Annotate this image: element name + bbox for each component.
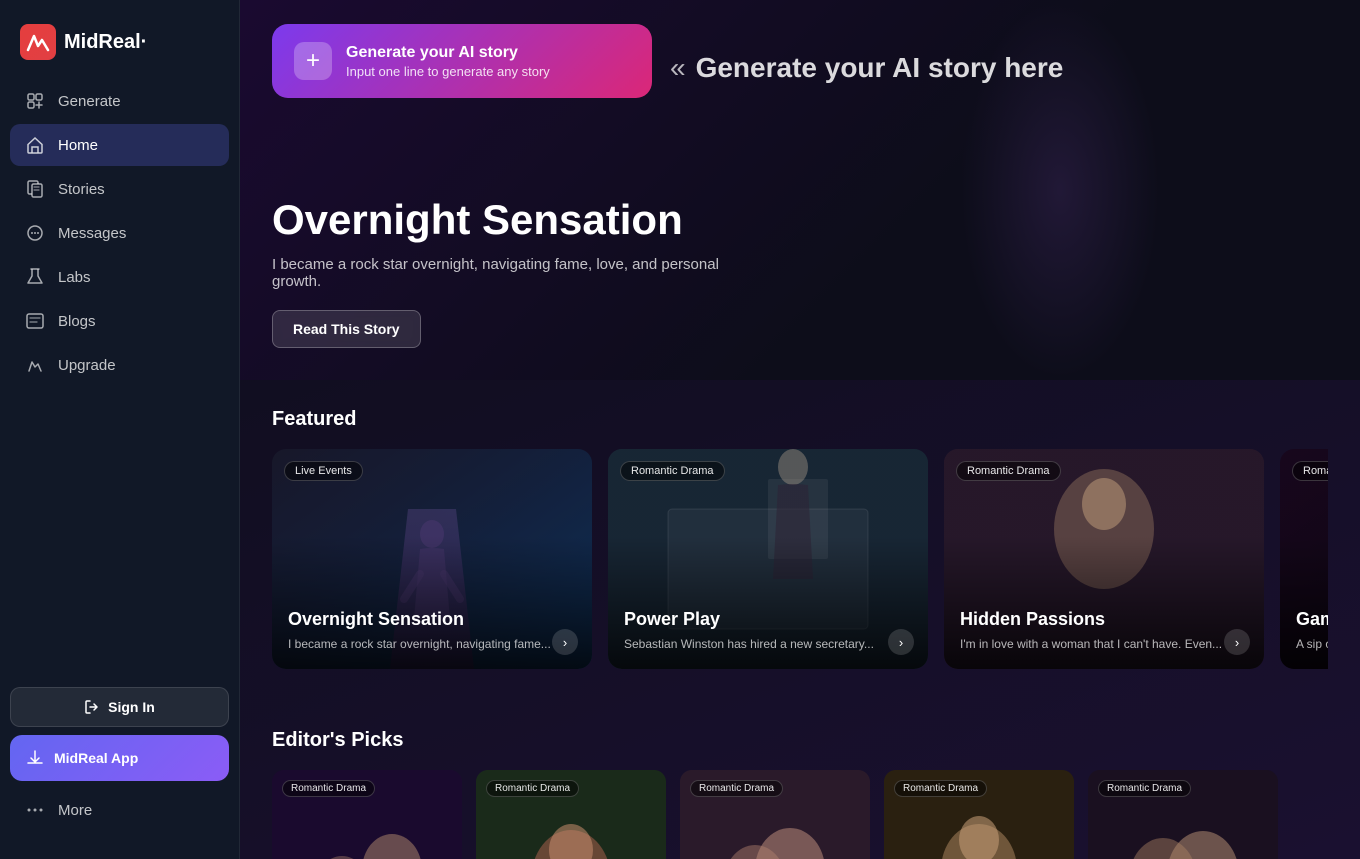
featured-card-game[interactable]: Romantic Drama Gam... A sip o...	[1280, 449, 1328, 669]
sign-in-icon	[84, 699, 100, 715]
featured-card-hiddenpassions[interactable]: Romantic Drama Hidden Passions I'm in lo…	[944, 449, 1264, 669]
more-icon	[24, 799, 46, 821]
blogs-icon	[24, 310, 46, 332]
midreal-app-label: MidReal App	[54, 750, 138, 766]
card-content-powerplay: Power Play Sebastian Winston has hired a…	[608, 593, 928, 669]
editors-picks-title: Editor's Picks	[272, 729, 1328, 752]
card-desc-overnight: I became a rock star overnight, navigati…	[288, 636, 576, 653]
logo-area: MidReal·	[0, 16, 239, 80]
card-badge-game: Romantic Drama	[1292, 461, 1328, 481]
chevron-left-double-icon: «	[670, 52, 686, 84]
sidebar-item-home-label: Home	[58, 137, 98, 154]
editor-card-badge-taming: Romantic Drama	[894, 780, 987, 797]
sign-in-button[interactable]: Sign In	[10, 687, 229, 727]
card-title-overnight: Overnight Sensation	[288, 609, 576, 630]
download-icon	[26, 749, 44, 767]
hero-area: + Generate your AI story Input one line …	[240, 0, 1360, 380]
editor-card-forbidden[interactable]: Forbidden Lessons Romantic Drama	[1088, 770, 1278, 859]
generate-text-block: Generate your AI story Input one line to…	[346, 44, 550, 79]
card-badge-powerplay: Romantic Drama	[620, 461, 725, 481]
editor-card-badge-forbidden: Romantic Drama	[1098, 780, 1191, 797]
editor-card-taming[interactable]: Romantic Drama	[884, 770, 1074, 859]
hero-content: Overnight Sensation I became a rock star…	[272, 196, 1328, 348]
midreal-app-button[interactable]: MidReal App	[10, 735, 229, 781]
messages-icon	[24, 222, 46, 244]
card-title-powerplay: Power Play	[624, 609, 912, 630]
sidebar-item-home[interactable]: Home	[10, 124, 229, 166]
card-badge-overnight: Live Events	[284, 461, 363, 481]
editor-card-badge-unexpected: Romantic Drama	[486, 780, 579, 797]
featured-card-powerplay[interactable]: Romantic Drama Power Play Sebastian Wins…	[608, 449, 928, 669]
card-title-hiddenpassions: Hidden Passions	[960, 609, 1248, 630]
nav-section: Generate Home Stories	[0, 80, 239, 677]
featured-cards-row: Live Events Overnight Sensation I became…	[272, 449, 1328, 669]
logo-icon	[20, 24, 56, 60]
hero-story-title: Overnight Sensation	[272, 196, 1328, 244]
more-button[interactable]: More	[10, 789, 229, 831]
sidebar: MidReal· Generate Home	[0, 0, 240, 859]
generate-banner-subtitle: Input one line to generate any story	[346, 64, 550, 79]
editor-card-infatuation[interactable]: Romantic Drama	[680, 770, 870, 859]
sidebar-bottom: Sign In MidReal App More	[0, 677, 239, 843]
card-desc-powerplay: Sebastian Winston has hired a new secret…	[624, 636, 912, 653]
card-desc-hiddenpassions: I'm in love with a woman that I can't ha…	[960, 636, 1248, 653]
sidebar-item-labs[interactable]: Labs	[10, 256, 229, 298]
generate-here-callout: « Generate your AI story here	[670, 52, 1063, 84]
sidebar-item-upgrade[interactable]: Upgrade	[10, 344, 229, 386]
generate-icon	[24, 90, 46, 112]
card-title-game: Gam...	[1296, 609, 1328, 630]
card-desc-game: A sip o...	[1296, 636, 1328, 653]
logo-text: MidReal·	[64, 31, 147, 54]
hero-story-desc: I became a rock star overnight, navigati…	[272, 256, 772, 290]
sidebar-item-messages[interactable]: Messages	[10, 212, 229, 254]
card-content-game: Gam... A sip o...	[1280, 593, 1328, 669]
sign-in-label: Sign In	[108, 699, 155, 715]
sidebar-item-messages-label: Messages	[58, 225, 126, 242]
home-icon	[24, 134, 46, 156]
sidebar-item-stories[interactable]: Stories	[10, 168, 229, 210]
featured-card-overnight[interactable]: Live Events Overnight Sensation I became…	[272, 449, 592, 669]
editor-cards-row: Enemy's Child Romantic Drama	[272, 770, 1328, 859]
sidebar-item-blogs[interactable]: Blogs	[10, 300, 229, 342]
upgrade-icon	[24, 354, 46, 376]
editor-card-badge-enemy: Romantic Drama	[282, 780, 375, 797]
sidebar-item-upgrade-label: Upgrade	[58, 357, 116, 374]
sidebar-item-labs-label: Labs	[58, 269, 91, 286]
sidebar-item-blogs-label: Blogs	[58, 313, 96, 330]
sidebar-item-generate[interactable]: Generate	[10, 80, 229, 122]
labs-icon	[24, 266, 46, 288]
generate-banner-title: Generate your AI story	[346, 44, 550, 62]
card-arrow-hiddenpassions: ›	[1224, 629, 1250, 655]
main-content: + Generate your AI story Input one line …	[240, 0, 1360, 859]
editor-card-badge-infatuation: Romantic Drama	[690, 780, 783, 797]
sidebar-item-stories-label: Stories	[58, 181, 105, 198]
editor-card-unexpected[interactable]: Unexpected Proposal Romantic Drama	[476, 770, 666, 859]
editors-picks-section: Editor's Picks Enemy's Child	[240, 701, 1360, 859]
sidebar-item-generate-label: Generate	[58, 93, 121, 110]
card-arrow-overnight: ›	[552, 629, 578, 655]
stories-icon	[24, 178, 46, 200]
featured-section-title: Featured	[272, 408, 1328, 431]
more-label: More	[58, 802, 92, 819]
card-arrow-powerplay: ›	[888, 629, 914, 655]
read-story-button[interactable]: Read This Story	[272, 310, 421, 348]
editor-card-enemy[interactable]: Enemy's Child Romantic Drama	[272, 770, 462, 859]
card-badge-hiddenpassions: Romantic Drama	[956, 461, 1061, 481]
generate-plus-icon: +	[294, 42, 332, 80]
featured-section: Featured Live Events Overnight Sensation…	[240, 380, 1360, 669]
card-content-hiddenpassions: Hidden Passions I'm in love with a woman…	[944, 593, 1264, 669]
generate-banner[interactable]: + Generate your AI story Input one line …	[272, 24, 652, 98]
generate-here-text: Generate your AI story here	[696, 52, 1064, 84]
card-content-overnight: Overnight Sensation I became a rock star…	[272, 593, 592, 669]
